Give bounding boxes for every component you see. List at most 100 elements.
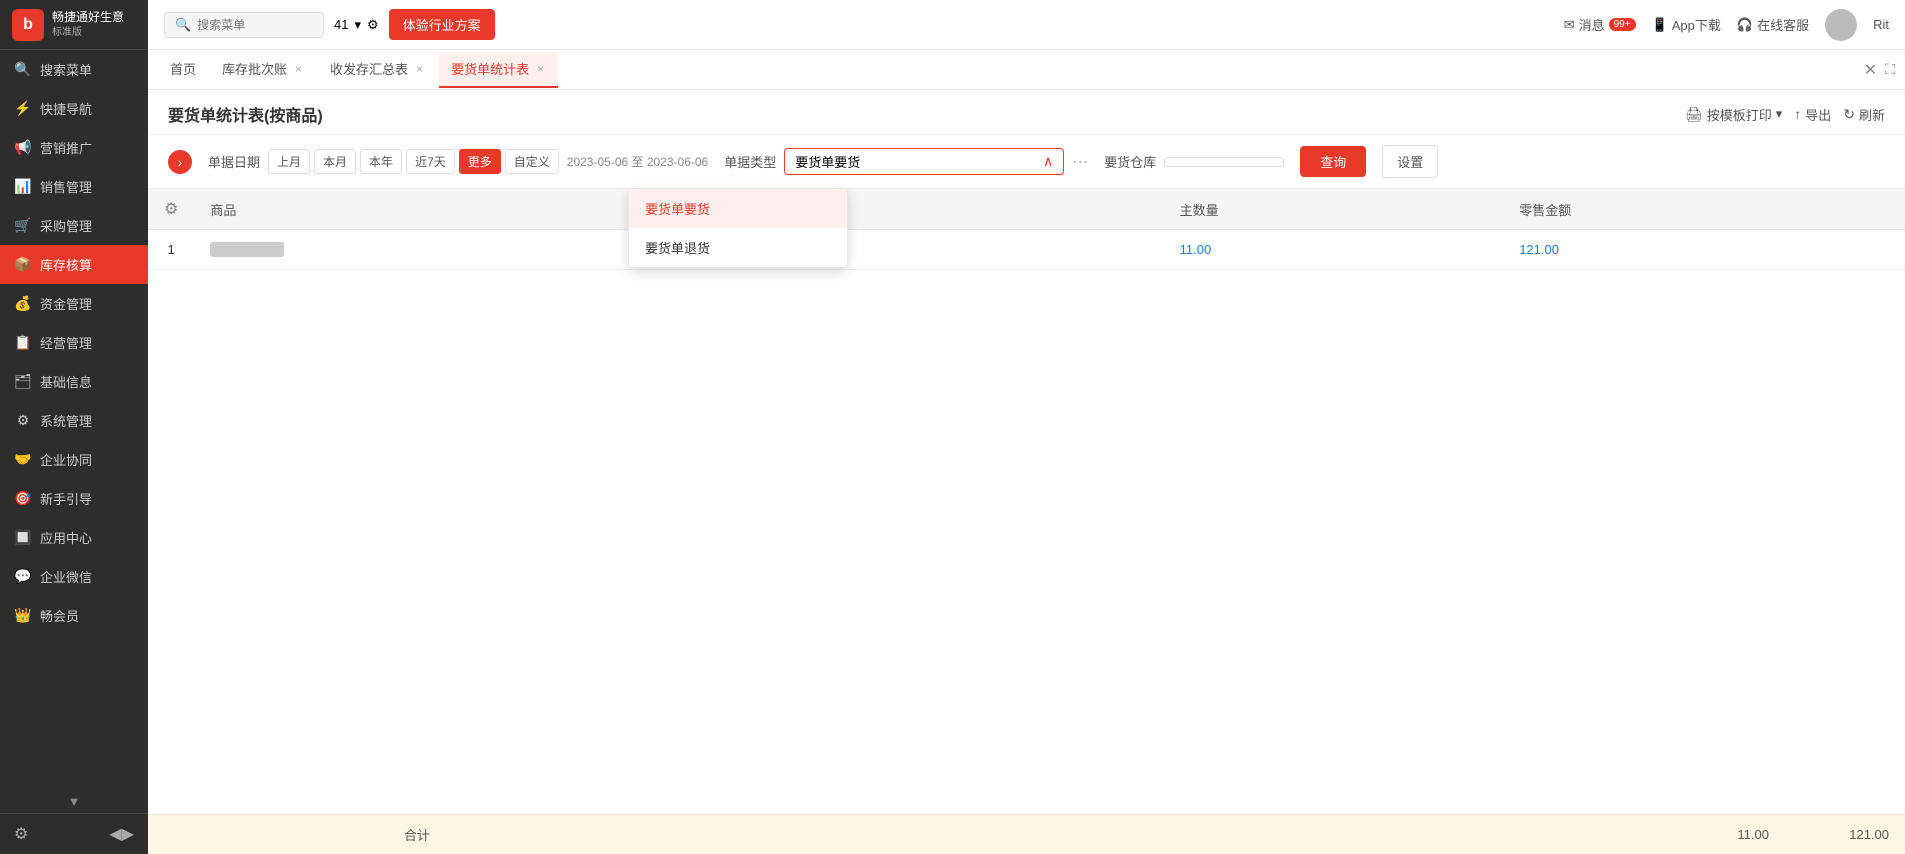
table-row: 1 ████████ 块 11.00 121.00 [148, 230, 1905, 270]
sidebar-item-weixin[interactable]: 💬 企业微信 [0, 557, 148, 596]
tab-inventory-batch-close[interactable]: × [293, 62, 304, 76]
sidebar-item-sales[interactable]: 📊 销售管理 [0, 167, 148, 206]
tab-settings-icon[interactable]: ⚙ [367, 17, 379, 33]
basic-icon: 🗂 [14, 373, 32, 391]
date-btn-7days[interactable]: 近7天 [406, 149, 455, 174]
trial-button[interactable]: 体验行业方案 [389, 9, 495, 40]
weixin-icon: 💬 [14, 568, 32, 586]
doc-type-input[interactable] [795, 154, 1043, 169]
messages-label: 消息 [1579, 15, 1605, 34]
date-btn-lastmonth[interactable]: 上月 [268, 149, 310, 174]
row-amount-link[interactable]: 121.00 [1519, 242, 1559, 257]
row-product: ████████ [194, 230, 699, 270]
sidebar-item-operations[interactable]: 📋 经营管理 [0, 323, 148, 362]
date-btn-thismonth[interactable]: 本月 [314, 149, 356, 174]
sidebar-item-label: 快捷导航 [40, 99, 92, 118]
sidebar-item-purchase[interactable]: 🛒 采购管理 [0, 206, 148, 245]
tabs-bar: 首页 库存批次账 × 收发存汇总表 × 要货单统计表 × ✕ ⛶ [148, 50, 1905, 90]
doc-type-more-icon[interactable]: ⋯ [1072, 152, 1088, 172]
search-icon: 🔍 [14, 61, 32, 79]
sidebar-item-member[interactable]: 👑 畅会员 [0, 596, 148, 635]
tab-home[interactable]: 首页 [158, 52, 208, 88]
sidebar-item-collab[interactable]: 🤝 企业协同 [0, 440, 148, 479]
refresh-icon: ↻ [1843, 106, 1855, 123]
user-avatar[interactable] [1825, 9, 1857, 41]
top-search-input[interactable] [197, 18, 297, 32]
footer-qty: 11.00 [1669, 827, 1769, 842]
sidebar-item-label: 营销推广 [40, 138, 92, 157]
date-filter-group: 单据日期 上月 本月 本年 近7天 更多 自定义 2023-05-06 至 20… [208, 149, 708, 174]
doc-type-arrow[interactable]: ∧ [1043, 153, 1053, 170]
sidebar-item-label: 库存核算 [40, 255, 92, 274]
sidebar-item-basic[interactable]: 🗂 基础信息 [0, 362, 148, 401]
sidebar-item-label: 应用中心 [40, 528, 92, 547]
tab-order-stats-close[interactable]: × [535, 62, 546, 76]
filter-area: › 单据日期 上月 本月 本年 近7天 更多 自定义 2023-05-06 至 … [148, 135, 1905, 189]
sidebar-item-label: 资金管理 [40, 294, 92, 313]
date-btn-thisyear[interactable]: 本年 [360, 149, 402, 174]
settings-filter-button[interactable]: 设置 [1382, 145, 1438, 178]
col-settings-icon[interactable]: ⚙ [164, 201, 178, 218]
row-amount: 121.00 [1503, 230, 1905, 270]
apps-icon: 🔲 [14, 529, 32, 547]
tab-collect-issue[interactable]: 收发存汇总表 × [318, 52, 437, 88]
search-button[interactable]: 查询 [1300, 146, 1366, 177]
row-no: 1 [148, 230, 194, 270]
print-dropdown-icon[interactable]: ▾ [1776, 106, 1783, 122]
messages-action[interactable]: ✉ 消息 99+ [1564, 15, 1636, 34]
dropdown-item-0[interactable]: 要货单要货 [629, 189, 847, 228]
footer-amount: 121.00 [1789, 827, 1889, 842]
export-action[interactable]: ↑ 导出 [1794, 105, 1831, 124]
expand-tabs-icon[interactable]: ⛶ [1885, 61, 1895, 78]
tab-collect-issue-close[interactable]: × [414, 62, 425, 76]
refresh-action[interactable]: ↻ 刷新 [1843, 105, 1885, 124]
sidebar-item-label: 搜索菜单 [40, 60, 92, 79]
online-service-action[interactable]: 🎧 在线客服 [1737, 15, 1809, 34]
service-icon: 🎧 [1737, 17, 1753, 33]
sidebar-item-system[interactable]: ⚙ 系统管理 [0, 401, 148, 440]
doc-type-select[interactable]: ∧ [784, 148, 1064, 175]
page-inner: 要货单统计表(按商品) 🖨 按模板打印 ▾ ↑ 导出 ↻ 刷新 › [148, 90, 1905, 854]
messages-badge: 99+ [1609, 18, 1636, 31]
collab-icon: 🤝 [14, 451, 32, 469]
dropdown-item-1[interactable]: 要货单退货 [629, 228, 847, 267]
date-btn-custom[interactable]: 自定义 [505, 149, 559, 174]
tab-order-stats-label: 要货单统计表 [451, 59, 529, 78]
sidebar-scroll-down[interactable]: ▼ [0, 790, 148, 813]
row-qty-link[interactable]: 11.00 [1180, 242, 1212, 257]
tab-order-stats[interactable]: 要货单统计表 × [439, 52, 558, 88]
sidebar-item-marketing[interactable]: 📢 营销推广 [0, 128, 148, 167]
tab-inventory-batch-label: 库存批次账 [222, 59, 287, 78]
warehouse-select[interactable] [1164, 157, 1284, 167]
close-all-tabs-icon[interactable]: ✕ [1864, 60, 1877, 80]
tab-inventory-batch[interactable]: 库存批次账 × [210, 52, 316, 88]
sidebar-item-inventory[interactable]: 📦 库存核算 [0, 245, 148, 284]
sidebar-item-finance[interactable]: 💰 资金管理 [0, 284, 148, 323]
page-title: 要货单统计表(按商品) [168, 102, 323, 126]
sidebar-item-quicknav[interactable]: ⚡ 快捷导航 [0, 89, 148, 128]
settings-icon[interactable]: ⚙ [14, 824, 28, 844]
export-icon: ↑ [1794, 106, 1801, 122]
print-action[interactable]: 🖨 按模板打印 ▾ [1685, 105, 1782, 124]
logo-text: 畅捷通好生意 标准版 [52, 9, 124, 40]
filter-expand-btn[interactable]: › [168, 150, 192, 174]
collapse-sidebar-icon[interactable]: ◀▶ [109, 824, 134, 844]
table-container: ⚙ 商品 主计量单位 主数量 零售金额 1 ████████ 块 [148, 189, 1905, 814]
date-btn-more[interactable]: 更多 [459, 149, 501, 174]
top-search-bar[interactable]: 🔍 [164, 12, 324, 38]
logo-icon: b [12, 9, 44, 41]
tab-dropdown-arrow[interactable]: ▾ [354, 17, 361, 33]
sidebar-item-apps[interactable]: 🔲 应用中心 [0, 518, 148, 557]
tab-home-label: 首页 [170, 59, 196, 78]
date-filter-label: 单据日期 [208, 152, 260, 171]
row-qty: 11.00 [1164, 230, 1504, 270]
sidebar-item-search[interactable]: 🔍 搜索菜单 [0, 50, 148, 89]
sales-icon: 📊 [14, 178, 32, 196]
app-download-action[interactable]: 📱 App下载 [1652, 15, 1721, 34]
purchase-icon: 🛒 [14, 217, 32, 235]
sidebar-item-label: 新手引导 [40, 489, 92, 508]
tab-collect-issue-label: 收发存汇总表 [330, 59, 408, 78]
sidebar-item-label: 企业协同 [40, 450, 92, 469]
sidebar-item-guide[interactable]: 🎯 新手引导 [0, 479, 148, 518]
system-icon: ⚙ [14, 412, 32, 430]
